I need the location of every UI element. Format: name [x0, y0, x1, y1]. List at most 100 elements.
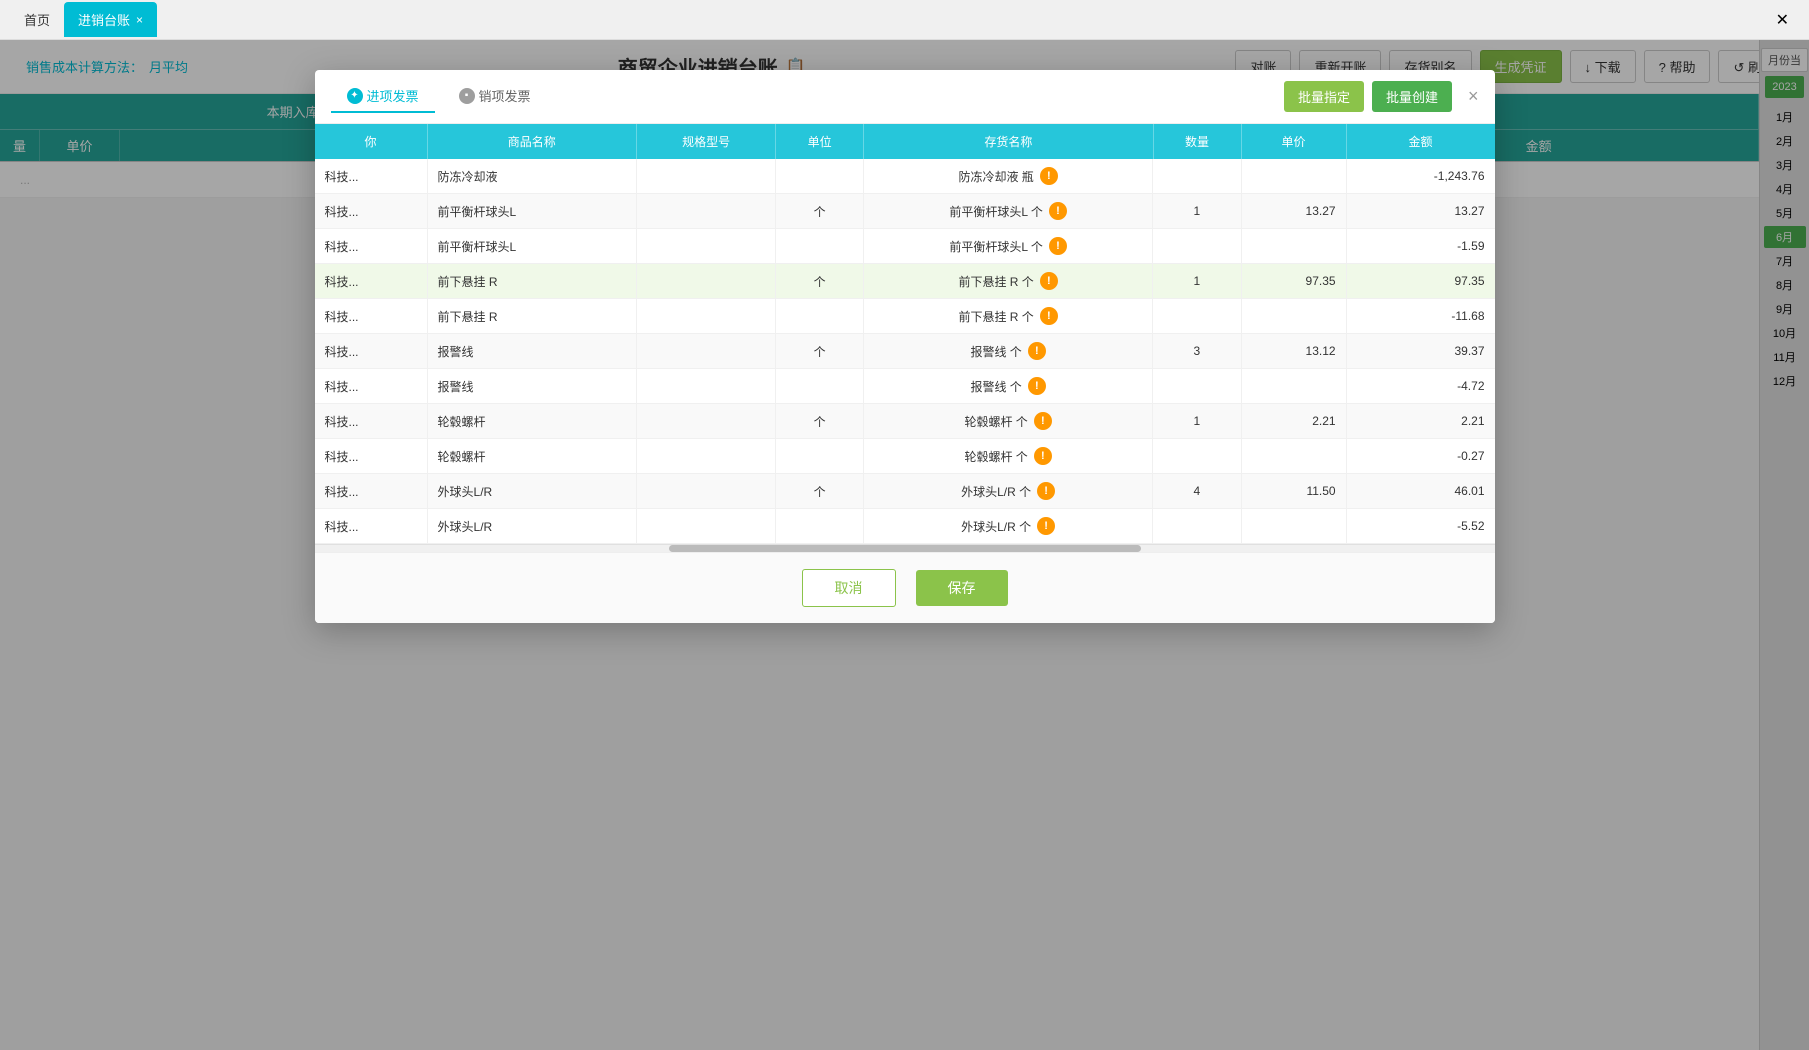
table-cell: 1	[1153, 264, 1241, 299]
main-area: 销售成本计算方法：月平均 商贸企业进销台账 📋 对账 重新开账 存货别名 生成凭…	[0, 40, 1809, 1050]
table-cell: 轮毂螺杆	[427, 439, 636, 474]
table-row[interactable]: 科技...轮毂螺杆轮毂螺杆 个!-0.27	[315, 439, 1495, 474]
table-cell: 外球头L/R 个!	[864, 509, 1153, 543]
table-cell: 轮毂螺杆 个!	[864, 439, 1153, 473]
home-tab[interactable]: 首页	[10, 2, 64, 37]
table-cell: 科技...	[315, 264, 428, 299]
table-cell: 外球头L/R	[427, 474, 636, 509]
table-cell: 个	[776, 404, 864, 439]
tab-outgoing[interactable]: ▪ 销项发票	[443, 80, 547, 113]
table-cell: 报警线	[427, 334, 636, 369]
table-cell: 科技...	[315, 229, 428, 264]
th-col8: 金额	[1346, 124, 1494, 159]
table-cell: 个	[776, 474, 864, 509]
table-cell	[636, 229, 775, 264]
table-row[interactable]: 科技...报警线个报警线 个!313.1239.37	[315, 334, 1495, 369]
table-cell: 13.12	[1241, 334, 1346, 369]
modal: ✦ 进项发票 ▪ 销项发票 批量指定 批量创建 × 你	[315, 70, 1495, 623]
table-cell: 3	[1153, 334, 1241, 369]
table-cell: 46.01	[1346, 474, 1494, 509]
table-cell: 前平衡杆球头L 个!	[864, 229, 1153, 263]
horizontal-scrollbar[interactable]	[315, 544, 1495, 552]
table-cell: 外球头L/R 个!	[864, 474, 1153, 508]
main-tab[interactable]: 进销台账 ×	[64, 2, 157, 37]
warning-icon: !	[1028, 377, 1046, 395]
modal-header: ✦ 进项发票 ▪ 销项发票 批量指定 批量创建 ×	[315, 70, 1495, 124]
table-cell: 前下悬挂 R 个!	[864, 299, 1153, 333]
modal-table-wrapper[interactable]: 你 商品名称 规格型号 单位 存货名称 数量 单价 金额 科技...防冻冷却液防…	[315, 124, 1495, 544]
th-col7: 单价	[1241, 124, 1346, 159]
table-cell	[776, 439, 864, 474]
table-cell	[776, 299, 864, 334]
table-row[interactable]: 科技...前平衡杆球头L前平衡杆球头L 个!-1.59	[315, 229, 1495, 264]
window-close-icon[interactable]: ✕	[1766, 6, 1799, 34]
table-cell	[1153, 369, 1241, 404]
table-row[interactable]: 科技...防冻冷却液防冻冷却液 瓶!-1,243.76	[315, 159, 1495, 194]
table-cell	[1241, 509, 1346, 544]
incoming-tab-label: 进项发票	[367, 86, 419, 105]
table-cell: -0.27	[1346, 439, 1494, 474]
table-cell: 个	[776, 194, 864, 229]
table-cell	[776, 509, 864, 544]
tab-close-icon[interactable]: ×	[136, 13, 143, 27]
table-row[interactable]: 科技...外球头L/R 个外球头L/R 个!411.5046.01	[315, 474, 1495, 509]
table-row[interactable]: 科技...外球头L/R外球头L/R 个!-5.52	[315, 509, 1495, 544]
table-cell: 轮毂螺杆 个!	[864, 404, 1153, 438]
table-header-row: 你 商品名称 规格型号 单位 存货名称 数量 单价 金额	[315, 124, 1495, 159]
warning-icon: !	[1040, 307, 1058, 325]
table-cell	[1241, 299, 1346, 334]
table-cell	[776, 369, 864, 404]
table-cell: 前平衡杆球头L	[427, 229, 636, 264]
warning-icon: !	[1028, 342, 1046, 360]
warning-icon: !	[1034, 412, 1052, 430]
table-row[interactable]: 科技...报警线报警线 个!-4.72	[315, 369, 1495, 404]
table-cell	[1153, 439, 1241, 474]
table-cell: 前下悬挂 R 个!	[864, 264, 1153, 298]
th-col1: 你	[315, 124, 428, 159]
table-cell	[1153, 229, 1241, 264]
incoming-tab-icon: ✦	[347, 88, 363, 104]
table-cell	[636, 439, 775, 474]
table-row[interactable]: 科技...前下悬挂 R个前下悬挂 R 个!197.3597.35	[315, 264, 1495, 299]
table-cell: -5.52	[1346, 509, 1494, 544]
table-cell: 39.37	[1346, 334, 1494, 369]
save-button[interactable]: 保存	[916, 570, 1008, 606]
table-cell: 报警线 个!	[864, 334, 1153, 368]
table-cell	[636, 159, 775, 194]
tab-incoming[interactable]: ✦ 进项发票	[331, 80, 435, 113]
table-cell: 1	[1153, 194, 1241, 229]
th-col3: 规格型号	[636, 124, 775, 159]
table-cell: 科技...	[315, 474, 428, 509]
warning-icon: !	[1049, 237, 1067, 255]
cancel-button[interactable]: 取消	[802, 569, 896, 607]
table-cell: 前下悬挂 R	[427, 299, 636, 334]
table-cell	[776, 229, 864, 264]
table-cell	[636, 369, 775, 404]
table-cell: 前平衡杆球头L 个!	[864, 194, 1153, 228]
table-cell: 前平衡杆球头L	[427, 194, 636, 229]
modal-table: 你 商品名称 规格型号 单位 存货名称 数量 单价 金额 科技...防冻冷却液防…	[315, 124, 1495, 544]
table-cell	[636, 334, 775, 369]
table-cell: 1	[1153, 404, 1241, 439]
table-cell: 防冻冷却液 瓶!	[864, 159, 1153, 193]
th-col6: 数量	[1153, 124, 1241, 159]
table-cell: 科技...	[315, 159, 428, 194]
batch-create-button[interactable]: 批量创建	[1372, 81, 1452, 112]
table-row[interactable]: 科技...前下悬挂 R前下悬挂 R 个!-11.68	[315, 299, 1495, 334]
modal-close-button[interactable]: ×	[1468, 86, 1479, 107]
table-cell: 科技...	[315, 194, 428, 229]
table-row[interactable]: 科技...前平衡杆球头L个前平衡杆球头L 个!113.2713.27	[315, 194, 1495, 229]
warning-icon: !	[1040, 272, 1058, 290]
table-cell: 11.50	[1241, 474, 1346, 509]
table-cell: 2.21	[1346, 404, 1494, 439]
table-cell: 科技...	[315, 509, 428, 544]
table-cell: 97.35	[1346, 264, 1494, 299]
table-cell	[636, 509, 775, 544]
table-cell: -11.68	[1346, 299, 1494, 334]
table-cell: 报警线 个!	[864, 369, 1153, 403]
table-row[interactable]: 科技...轮毂螺杆个轮毂螺杆 个!12.212.21	[315, 404, 1495, 439]
table-cell: 防冻冷却液	[427, 159, 636, 194]
batch-assign-button[interactable]: 批量指定	[1284, 81, 1364, 112]
table-cell: 4	[1153, 474, 1241, 509]
table-cell: -4.72	[1346, 369, 1494, 404]
